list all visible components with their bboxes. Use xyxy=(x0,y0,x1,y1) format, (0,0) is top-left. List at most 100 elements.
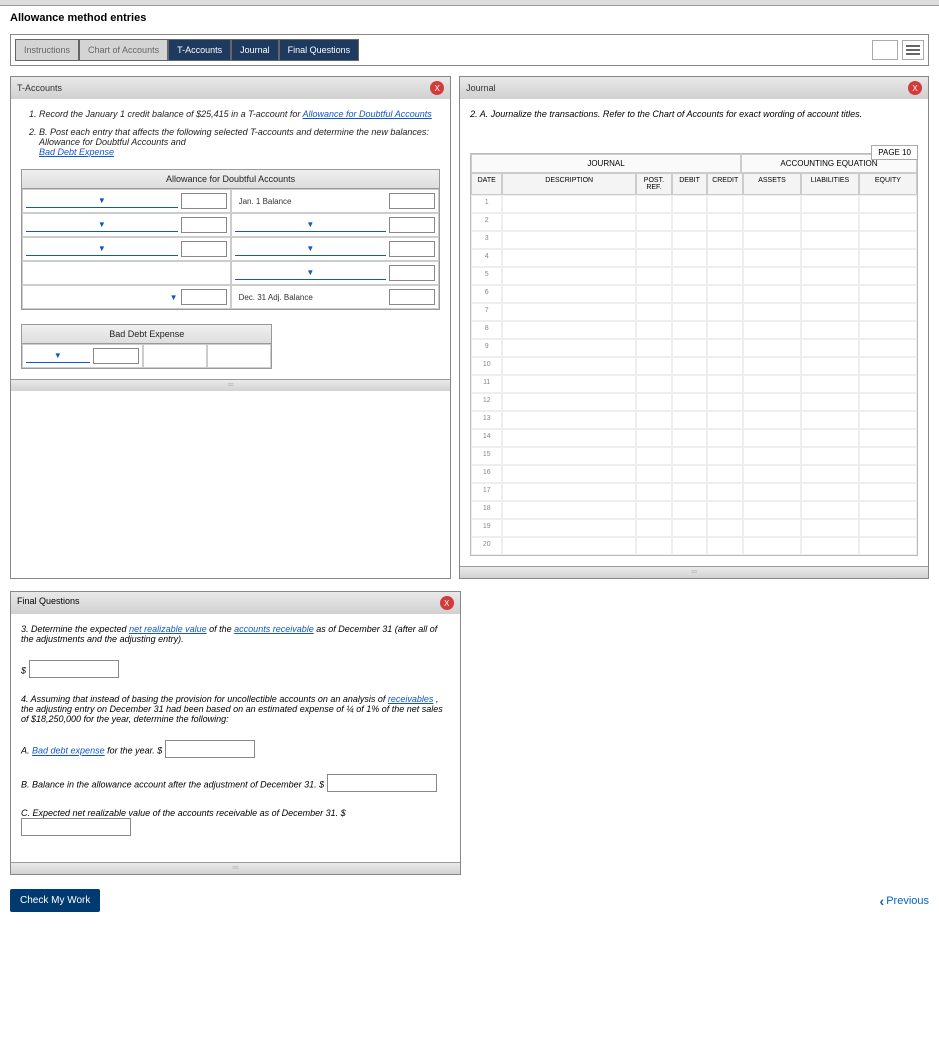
scrollbar-handle-icon[interactable]: ═ xyxy=(460,566,928,578)
cell-credit[interactable] xyxy=(707,483,743,501)
cell-description[interactable] xyxy=(502,429,636,447)
cell-liabilities[interactable] xyxy=(801,213,859,231)
cell-debit[interactable] xyxy=(672,249,708,267)
cell-description[interactable] xyxy=(502,339,636,357)
journal-row[interactable]: 7 xyxy=(471,303,917,321)
close-icon[interactable]: X xyxy=(440,596,454,610)
q4a-input[interactable] xyxy=(165,740,255,758)
cell-credit[interactable] xyxy=(707,339,743,357)
accounts-receivable-link[interactable]: accounts receivable xyxy=(234,624,314,634)
cell-debit[interactable] xyxy=(672,393,708,411)
cell-liabilities[interactable] xyxy=(801,447,859,465)
journal-row[interactable]: 17 xyxy=(471,483,917,501)
tab-chart-of-accounts[interactable]: Chart of Accounts xyxy=(79,39,168,61)
cell-assets[interactable] xyxy=(743,195,801,213)
cell-description[interactable] xyxy=(502,285,636,303)
toolbar-box[interactable] xyxy=(872,40,898,60)
cell-liabilities[interactable] xyxy=(801,411,859,429)
cell-post-ref[interactable] xyxy=(636,321,672,339)
cell-post-ref[interactable] xyxy=(636,429,672,447)
journal-row[interactable]: 5 xyxy=(471,267,917,285)
journal-row[interactable]: 14 xyxy=(471,429,917,447)
amount-input[interactable] xyxy=(181,241,227,257)
cell-equity[interactable] xyxy=(859,429,917,447)
receivables-link[interactable]: receivables xyxy=(388,694,434,704)
cell-credit[interactable] xyxy=(707,213,743,231)
account-dropdown[interactable]: ▼ xyxy=(26,218,178,232)
cell-description[interactable] xyxy=(502,501,636,519)
cell-assets[interactable] xyxy=(743,303,801,321)
cell-assets[interactable] xyxy=(743,339,801,357)
bad-debt-expense-link[interactable]: Bad debt expense xyxy=(32,746,105,756)
amount-input[interactable] xyxy=(181,217,227,233)
amount-input[interactable] xyxy=(389,241,435,257)
cell-description[interactable] xyxy=(502,267,636,285)
cell-equity[interactable] xyxy=(859,285,917,303)
cell-equity[interactable] xyxy=(859,195,917,213)
cell-post-ref[interactable] xyxy=(636,411,672,429)
cell-description[interactable] xyxy=(502,447,636,465)
journal-row[interactable]: 9 xyxy=(471,339,917,357)
cell-debit[interactable] xyxy=(672,213,708,231)
cell-description[interactable] xyxy=(502,357,636,375)
cell-post-ref[interactable] xyxy=(636,213,672,231)
cell-debit[interactable] xyxy=(672,447,708,465)
amount-input[interactable] xyxy=(181,193,227,209)
cell-assets[interactable] xyxy=(743,447,801,465)
cell-liabilities[interactable] xyxy=(801,375,859,393)
cell-debit[interactable] xyxy=(672,465,708,483)
cell-post-ref[interactable] xyxy=(636,339,672,357)
cell-description[interactable] xyxy=(502,249,636,267)
q4c-input[interactable] xyxy=(21,818,131,836)
check-my-work-button[interactable]: Check My Work xyxy=(10,889,100,912)
cell-debit[interactable] xyxy=(672,231,708,249)
cell-equity[interactable] xyxy=(859,213,917,231)
cell-equity[interactable] xyxy=(859,249,917,267)
journal-row[interactable]: 19 xyxy=(471,519,917,537)
cell-equity[interactable] xyxy=(859,447,917,465)
cell-equity[interactable] xyxy=(859,411,917,429)
cell-equity[interactable] xyxy=(859,321,917,339)
cell-liabilities[interactable] xyxy=(801,303,859,321)
tab-t-accounts[interactable]: T-Accounts xyxy=(168,39,231,61)
cell-description[interactable] xyxy=(502,519,636,537)
cell-liabilities[interactable] xyxy=(801,537,859,555)
journal-row[interactable]: 3 xyxy=(471,231,917,249)
cell-post-ref[interactable] xyxy=(636,195,672,213)
cell-debit[interactable] xyxy=(672,357,708,375)
cell-debit[interactable] xyxy=(672,285,708,303)
cell-liabilities[interactable] xyxy=(801,483,859,501)
account-dropdown[interactable]: ▼ xyxy=(235,266,387,280)
account-dropdown[interactable]: ▼ xyxy=(26,349,90,363)
journal-row[interactable]: 18 xyxy=(471,501,917,519)
cell-assets[interactable] xyxy=(743,213,801,231)
account-dropdown[interactable]: ▼ xyxy=(235,218,387,232)
cell-liabilities[interactable] xyxy=(801,195,859,213)
account-dropdown[interactable]: ▼ xyxy=(235,242,387,256)
cell-liabilities[interactable] xyxy=(801,249,859,267)
journal-row[interactable]: 1 xyxy=(471,195,917,213)
cell-assets[interactable] xyxy=(743,285,801,303)
cell-post-ref[interactable] xyxy=(636,375,672,393)
allowance-link[interactable]: Allowance for Doubtful Accounts xyxy=(303,109,432,119)
cell-equity[interactable] xyxy=(859,375,917,393)
cell-description[interactable] xyxy=(502,411,636,429)
cell-post-ref[interactable] xyxy=(636,357,672,375)
cell-liabilities[interactable] xyxy=(801,321,859,339)
cell-credit[interactable] xyxy=(707,249,743,267)
cell-post-ref[interactable] xyxy=(636,285,672,303)
cell-credit[interactable] xyxy=(707,447,743,465)
cell-post-ref[interactable] xyxy=(636,519,672,537)
journal-row[interactable]: 13 xyxy=(471,411,917,429)
cell-equity[interactable] xyxy=(859,339,917,357)
tab-journal[interactable]: Journal xyxy=(231,39,279,61)
cell-liabilities[interactable] xyxy=(801,519,859,537)
cell-assets[interactable] xyxy=(743,429,801,447)
journal-row[interactable]: 2 xyxy=(471,213,917,231)
cell-credit[interactable] xyxy=(707,411,743,429)
cell-debit[interactable] xyxy=(672,195,708,213)
cell-credit[interactable] xyxy=(707,375,743,393)
cell-description[interactable] xyxy=(502,537,636,555)
cell-credit[interactable] xyxy=(707,465,743,483)
cell-debit[interactable] xyxy=(672,321,708,339)
